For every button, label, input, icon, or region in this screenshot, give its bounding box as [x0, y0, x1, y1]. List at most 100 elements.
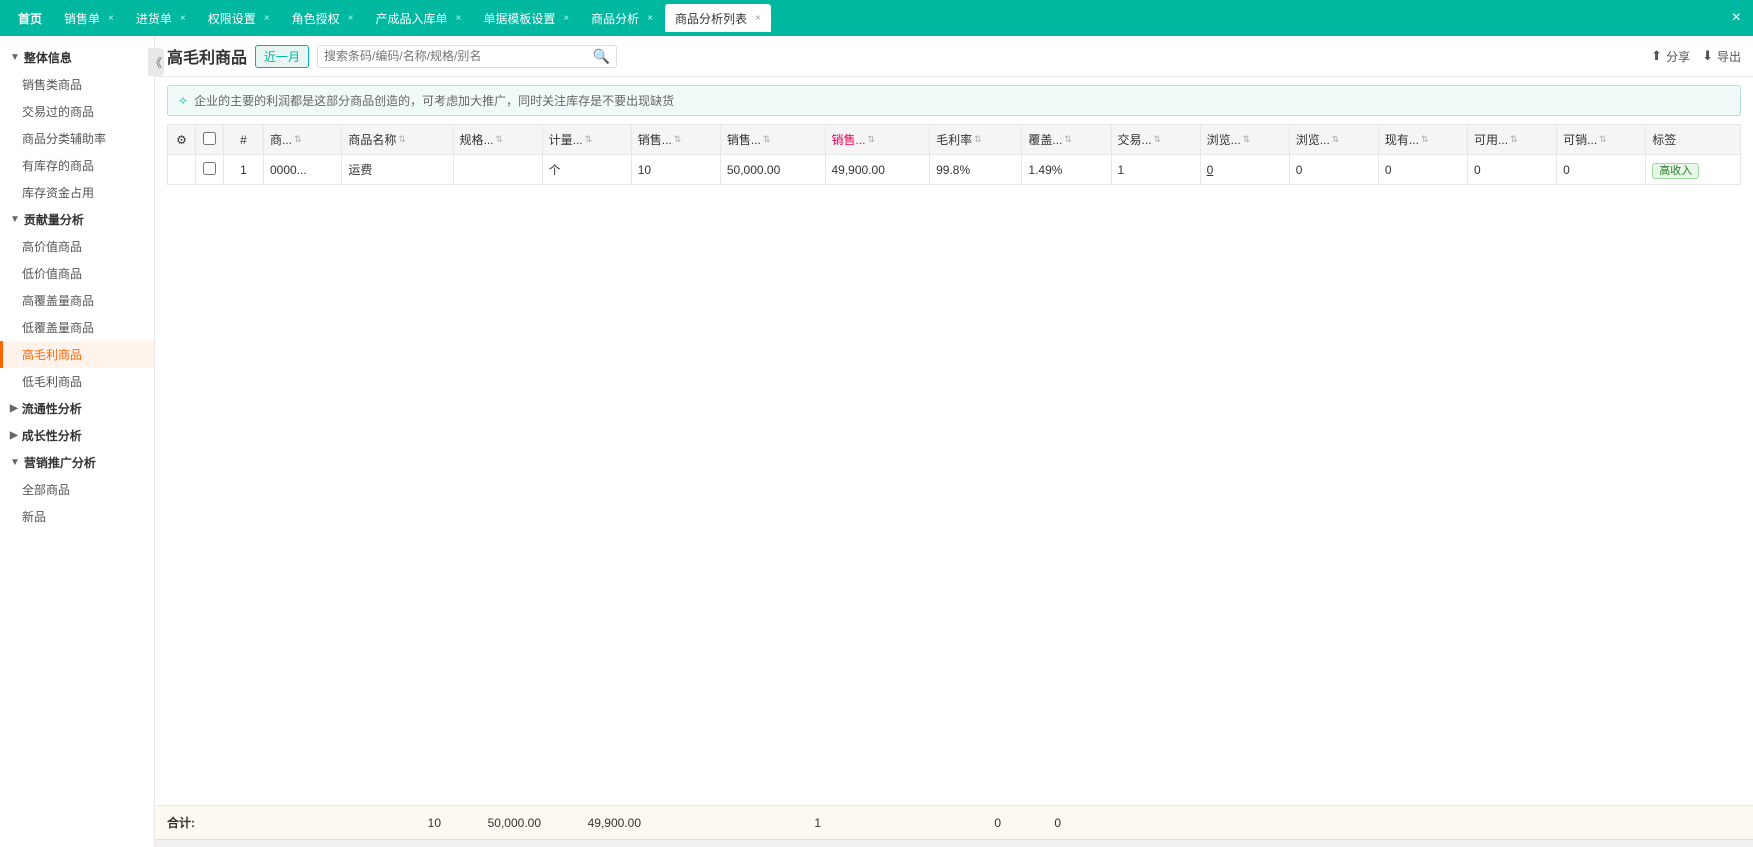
footer-cells: 10 50,000.00 49,900.00 1 0 0	[367, 816, 1741, 830]
sort-icon: ⇅	[585, 134, 593, 145]
nav-tab-analysis-list[interactable]: 商品分析列表 ×	[665, 4, 771, 32]
sidebar-group-circulation[interactable]: ▶ 流通性分析	[0, 395, 154, 422]
footer-coverage	[707, 816, 767, 830]
sort-icon: ⇅	[294, 134, 302, 145]
sidebar-item-high-value[interactable]: 高价值商品	[0, 233, 154, 260]
row-checkbox[interactable]	[203, 162, 216, 175]
sidebar-item-stock-capital[interactable]: 库存资金占用	[0, 179, 154, 206]
col-header-browse2: 浏览... ⇅	[1289, 125, 1378, 155]
row-unit-cell: 个	[542, 155, 631, 185]
sort-icon: ⇅	[1243, 134, 1251, 145]
page-title: 高毛利商品	[167, 44, 247, 68]
sidebar-item-category-rate[interactable]: 商品分类辅助率	[0, 125, 154, 152]
sort-icon: ⇅	[974, 134, 982, 145]
nav-tab-product-analysis[interactable]: 商品分析 ×	[581, 4, 663, 32]
close-icon[interactable]: ×	[348, 13, 354, 24]
sidebar-group-overall[interactable]: ▼ 整体信息	[0, 44, 154, 71]
sidebar-item-low-coverage[interactable]: 低覆盖量商品	[0, 314, 154, 341]
col-header-saleable: 可销... ⇅	[1557, 125, 1646, 155]
nav-tab-permission[interactable]: 权限设置 ×	[198, 4, 280, 32]
close-icon[interactable]: ×	[563, 13, 569, 24]
footer-sales-qty: 10	[367, 816, 447, 830]
row-name-cell[interactable]: 运费	[342, 155, 453, 185]
footer-sales-amt: 50,000.00	[447, 816, 547, 830]
horizontal-scrollbar[interactable]	[155, 839, 1753, 847]
footer-browse2	[887, 816, 947, 830]
filter-month-button[interactable]: 近一月	[255, 45, 309, 68]
content-header: 高毛利商品 近一月 🔍 ⬆ 分享 ⬇ 导出	[155, 36, 1753, 77]
col-header-settings[interactable]: ⚙	[168, 125, 196, 155]
select-all-checkbox[interactable]	[203, 132, 216, 145]
share-button[interactable]: ⬆ 分享	[1651, 48, 1690, 65]
col-header-checkbox[interactable]	[196, 125, 224, 155]
sidebar-item-high-margin[interactable]: 高毛利商品	[0, 341, 154, 368]
main-layout: ▼ 整体信息 销售类商品 交易过的商品 商品分类辅助率 有库存的商品 库存资金占…	[0, 36, 1753, 847]
sidebar-item-all-goods[interactable]: 全部商品	[0, 476, 154, 503]
expand-arrow-icon: ▼	[10, 52, 20, 63]
share-icon: ⬆	[1651, 48, 1662, 64]
close-icon[interactable]: ×	[180, 13, 186, 24]
sort-icon: ⇅	[496, 134, 504, 145]
export-icon: ⬇	[1702, 48, 1713, 64]
sort-icon: ⇅	[1599, 134, 1607, 145]
expand-arrow-icon: ▼	[10, 457, 20, 468]
settings-icon[interactable]: ⚙	[176, 133, 187, 147]
info-icon: ✧	[178, 94, 188, 108]
sort-icon: ⇅	[674, 134, 682, 145]
sidebar-item-low-margin[interactable]: 低毛利商品	[0, 368, 154, 395]
sidebar-group-marketing[interactable]: ▼ 营销推广分析	[0, 449, 154, 476]
sidebar-item-low-value[interactable]: 低价值商品	[0, 260, 154, 287]
search-icon[interactable]: 🔍	[593, 48, 610, 65]
table-row: 1 0000... 运费 个	[168, 155, 1741, 185]
info-banner: ✧ 企业的主要的利润都是这部分商品创造的，可考虑加大推广，同时关注库存是不要出现…	[167, 85, 1741, 116]
col-header-sales-profit: 销售... ⇅	[825, 125, 930, 155]
col-header-available: 可用... ⇅	[1468, 125, 1557, 155]
nav-tab-sales[interactable]: 销售单 ×	[54, 4, 124, 32]
sidebar: ▼ 整体信息 销售类商品 交易过的商品 商品分类辅助率 有库存的商品 库存资金占…	[0, 36, 155, 847]
row-checkbox-cell[interactable]	[196, 155, 224, 185]
close-all-button[interactable]: ×	[1728, 5, 1745, 31]
close-icon[interactable]: ×	[264, 13, 270, 24]
sidebar-item-traded-goods[interactable]: 交易过的商品	[0, 98, 154, 125]
header-actions: ⬆ 分享 ⬇ 导出	[1651, 48, 1741, 65]
row-tag-cell: 高收入	[1646, 155, 1741, 185]
search-box: 🔍	[317, 45, 617, 68]
col-header-tag: 标签	[1646, 125, 1741, 155]
nav-tab-purchase[interactable]: 进货单 ×	[126, 4, 196, 32]
sidebar-item-in-stock[interactable]: 有库存的商品	[0, 152, 154, 179]
col-header-sales-qty: 销售... ⇅	[631, 125, 720, 155]
close-icon[interactable]: ×	[647, 13, 653, 24]
close-icon[interactable]: ×	[455, 13, 461, 24]
close-icon[interactable]: ×	[755, 13, 761, 24]
search-input[interactable]	[324, 49, 589, 63]
sidebar-group-growth[interactable]: ▶ 成长性分析	[0, 422, 154, 449]
nav-tab-template[interactable]: 单据模板设置 ×	[473, 4, 579, 32]
col-header-code: 商... ⇅	[264, 125, 342, 155]
sidebar-collapse-button[interactable]: 《	[148, 48, 164, 76]
col-header-sales-amt: 销售... ⇅	[720, 125, 825, 155]
sidebar-item-new-goods[interactable]: 新品	[0, 503, 154, 530]
row-browse1-cell[interactable]: 0	[1200, 155, 1289, 185]
sidebar-group-contribution[interactable]: ▼ 贡献量分析	[0, 206, 154, 233]
table-container[interactable]: ⚙ # 商... ⇅	[167, 124, 1741, 805]
row-coverage-cell: 1.49%	[1022, 155, 1111, 185]
export-button[interactable]: ⬇ 导出	[1702, 48, 1741, 65]
row-spec-cell	[453, 155, 542, 185]
footer-label: 合计:	[167, 814, 367, 831]
footer-browse1	[827, 816, 887, 830]
sort-icon: ⇅	[763, 134, 771, 145]
expand-arrow-icon: ▶	[10, 430, 18, 441]
nav-tab-role[interactable]: 角色授权 ×	[282, 4, 364, 32]
nav-tab-home[interactable]: 首页	[8, 4, 52, 32]
sidebar-item-high-coverage[interactable]: 高覆盖量商品	[0, 287, 154, 314]
nav-tab-product-in[interactable]: 产成品入库单 ×	[365, 4, 471, 32]
close-icon[interactable]: ×	[108, 13, 114, 24]
col-header-num: #	[224, 125, 264, 155]
row-trade-cell: 1	[1111, 155, 1200, 185]
row-num-cell: 1	[224, 155, 264, 185]
col-header-browse1: 浏览... ⇅	[1200, 125, 1289, 155]
col-header-unit: 计量... ⇅	[542, 125, 631, 155]
sidebar-item-sales-goods[interactable]: 销售类商品	[0, 71, 154, 98]
col-header-gross-margin: 毛利率 ⇅	[930, 125, 1022, 155]
row-sales-profit-cell: 49,900.00	[825, 155, 930, 185]
